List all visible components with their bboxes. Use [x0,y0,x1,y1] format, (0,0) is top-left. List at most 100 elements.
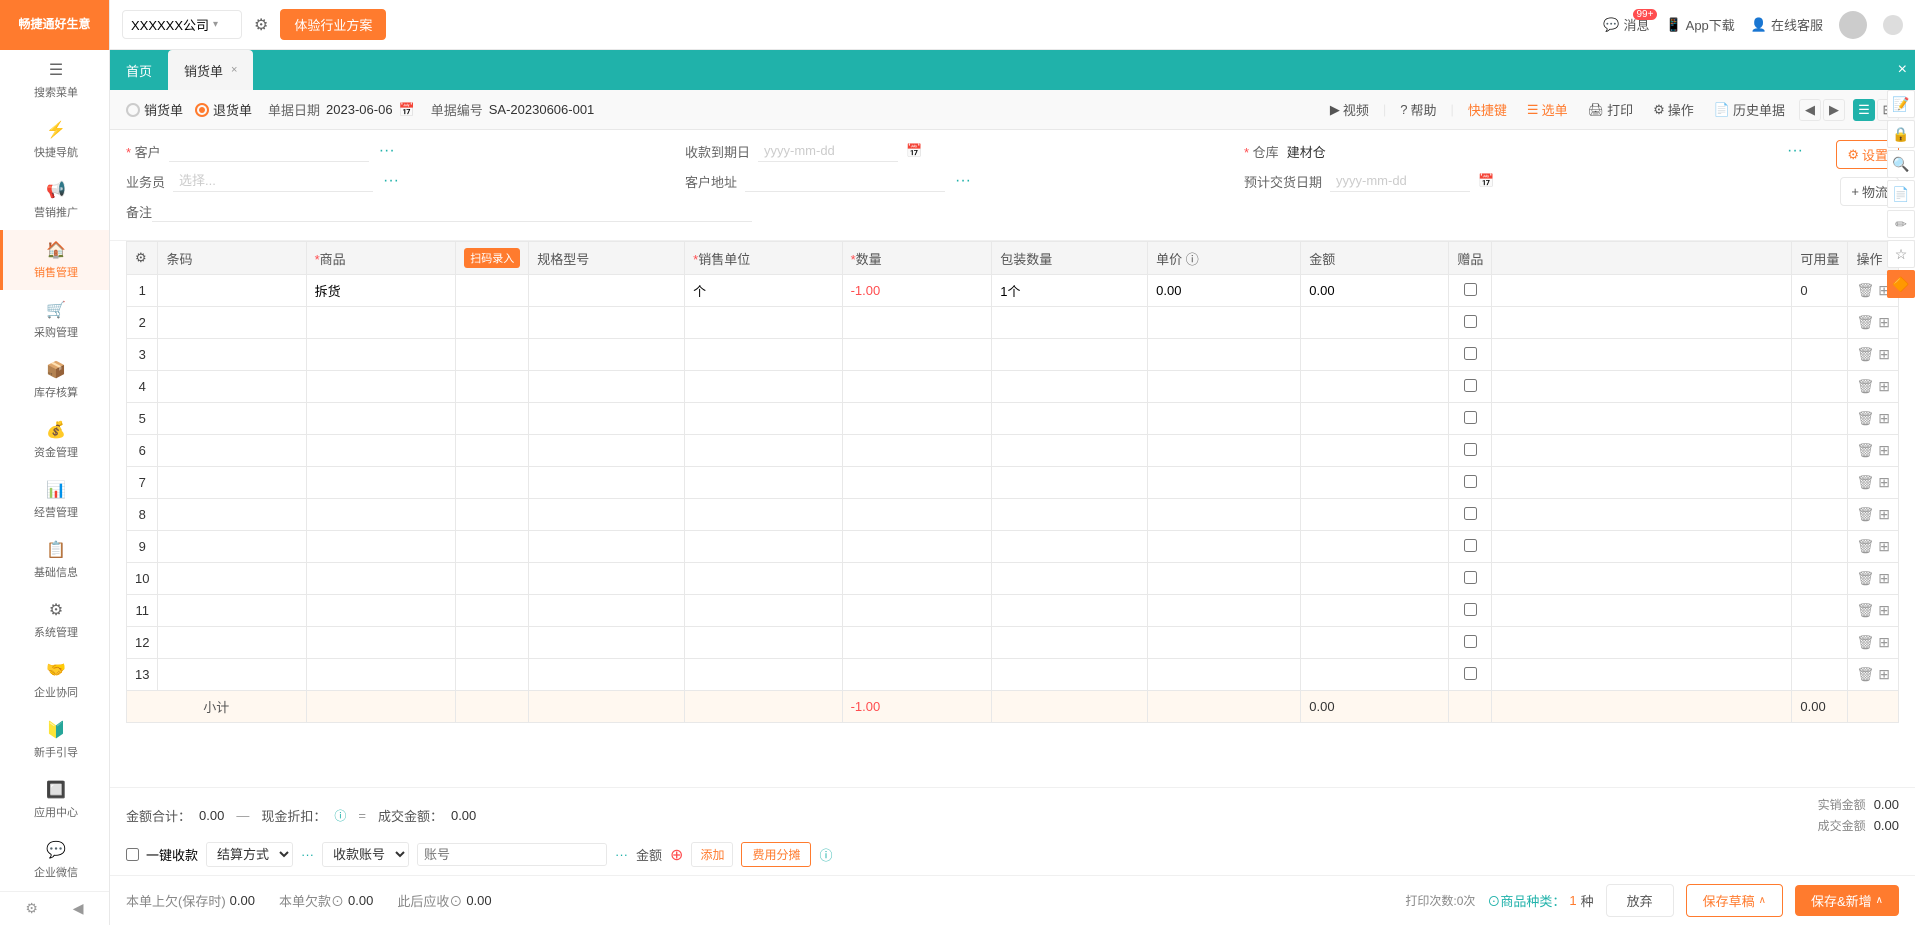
row-unit-4[interactable] [685,371,842,403]
row-amount-5[interactable] [1301,403,1449,435]
row-spec-5[interactable] [529,403,685,435]
radio-return-order[interactable]: 退货单 [195,100,252,119]
row-price-4[interactable] [1148,371,1301,403]
row-gift-4[interactable] [1449,371,1492,403]
sidebar-item-quick-nav[interactable]: ⚡ 快捷导航 [0,110,109,170]
fee-split-btn[interactable]: 费用分摊 [741,842,811,867]
row-qty-5[interactable] [842,403,992,435]
right-panel-notes-icon[interactable]: 📝 [1887,90,1915,118]
account-dots-icon[interactable]: ··· [615,847,628,862]
row-price-3[interactable] [1148,339,1301,371]
row-gift-11[interactable] [1449,595,1492,627]
next-arrow[interactable]: ▶ [1823,99,1845,121]
row-spec-3[interactable] [529,339,685,371]
operate-btn[interactable]: ⚙ 操作 [1647,98,1700,121]
row-amount-3[interactable] [1301,339,1449,371]
row-unit-1[interactable] [685,275,842,307]
radio-sales-order[interactable]: 销货单 [126,100,183,119]
cash-discount-help-icon[interactable]: ⓘ [334,807,346,824]
right-panel-star-icon[interactable]: ☆ [1887,240,1915,268]
row-product-4[interactable] [306,371,456,403]
delete-icon-6[interactable]: 🗑 [1856,442,1874,459]
row-gift-9[interactable] [1449,531,1492,563]
row-pkg-qty-10[interactable] [992,563,1148,595]
customer-addr-dots-icon[interactable]: ··· [955,172,971,190]
delete-icon-5[interactable]: 🗑 [1856,410,1874,427]
row-pkg-qty-7[interactable] [992,467,1148,499]
row-spec-2[interactable] [529,307,685,339]
sidebar-item-sales[interactable]: 🏠 销售管理 [0,230,109,290]
discard-btn[interactable]: 放弃 [1606,884,1674,917]
sidebar-item-inventory[interactable]: 📦 库存核算 [0,350,109,410]
row-spec-11[interactable] [529,595,685,627]
print-btn[interactable]: 🖨 打印 [1582,98,1640,121]
row-spec-4[interactable] [529,371,685,403]
row-amount-1[interactable] [1301,275,1449,307]
delete-icon-9[interactable]: 🗑 [1856,538,1874,555]
row-unit-6[interactable] [685,435,842,467]
row-product-5[interactable] [306,403,456,435]
row-barcode-3[interactable] [158,339,306,371]
th-gear[interactable]: ⚙ [127,242,158,275]
row-barcode-1[interactable] [158,275,306,307]
sidebar-item-operations[interactable]: 📊 经营管理 [0,470,109,530]
row-amount-9[interactable] [1301,531,1449,563]
right-panel-lock-icon[interactable]: 🔒 [1887,120,1915,148]
row-product-10[interactable] [306,563,456,595]
customer-dots-icon[interactable]: ··· [379,142,395,160]
add-payment-btn[interactable]: 添加 [691,842,733,867]
row-qty-12[interactable] [842,627,992,659]
row-amount-12[interactable] [1301,627,1449,659]
right-panel-edit-icon[interactable]: ✏ [1887,210,1915,238]
user-avatar[interactable] [1839,11,1867,39]
row-pkg-qty-1[interactable] [992,275,1148,307]
copy-icon-10[interactable]: ⊞ [1878,570,1890,587]
delete-icon-10[interactable]: 🗑 [1856,570,1874,587]
row-qty-3[interactable] [842,339,992,371]
row-barcode-11[interactable] [158,595,306,627]
row-price-13[interactable] [1148,659,1301,691]
row-pkg-qty-9[interactable] [992,531,1148,563]
fee-split-help-icon[interactable]: ⓘ [819,845,832,864]
row-qty-13[interactable] [842,659,992,691]
row-unit-11[interactable] [685,595,842,627]
delete-icon-3[interactable]: 🗑 [1856,346,1874,363]
row-barcode-13[interactable] [158,659,306,691]
row-price-9[interactable] [1148,531,1301,563]
sidebar-item-wechat[interactable]: 💬 企业微信 [0,830,109,890]
row-barcode-5[interactable] [158,403,306,435]
row-barcode-10[interactable] [158,563,306,595]
row-spec-9[interactable] [529,531,685,563]
tab-sales-order[interactable]: 销货单 × [168,50,253,90]
row-price-7[interactable] [1148,467,1301,499]
sidebar-item-apps[interactable]: 🔲 应用中心 [0,770,109,830]
row-product-8[interactable] [306,499,456,531]
delete-icon-4[interactable]: 🗑 [1856,378,1874,395]
app-download-btn[interactable]: 📱 App下载 [1665,15,1734,34]
row-product-12[interactable] [306,627,456,659]
row-barcode-8[interactable] [158,499,306,531]
select-btn[interactable]: ☰ 选单 [1521,98,1574,121]
copy-icon-8[interactable]: ⊞ [1878,506,1890,523]
copy-icon-2[interactable]: ⊞ [1878,314,1890,331]
one-click-pay-checkbox[interactable] [126,848,139,861]
row-barcode-6[interactable] [158,435,306,467]
row-amount-13[interactable] [1301,659,1449,691]
row-amount-6[interactable] [1301,435,1449,467]
copy-icon-9[interactable]: ⊞ [1878,538,1890,555]
customer-input[interactable] [169,140,369,162]
row-pkg-qty-11[interactable] [992,595,1148,627]
sidebar-item-basic[interactable]: 📋 基础信息 [0,530,109,590]
row-barcode-2[interactable] [158,307,306,339]
row-barcode-9[interactable] [158,531,306,563]
delete-icon-13[interactable]: 🗑 [1856,666,1874,683]
row-price-12[interactable] [1148,627,1301,659]
row-unit-3[interactable] [685,339,842,371]
date-calendar-icon[interactable]: 📅 [399,102,415,118]
row-unit-13[interactable] [685,659,842,691]
delete-icon-7[interactable]: 🗑 [1856,474,1874,491]
row-qty-8[interactable] [842,499,992,531]
row-amount-7[interactable] [1301,467,1449,499]
row-amount-2[interactable] [1301,307,1449,339]
row-amount-11[interactable] [1301,595,1449,627]
